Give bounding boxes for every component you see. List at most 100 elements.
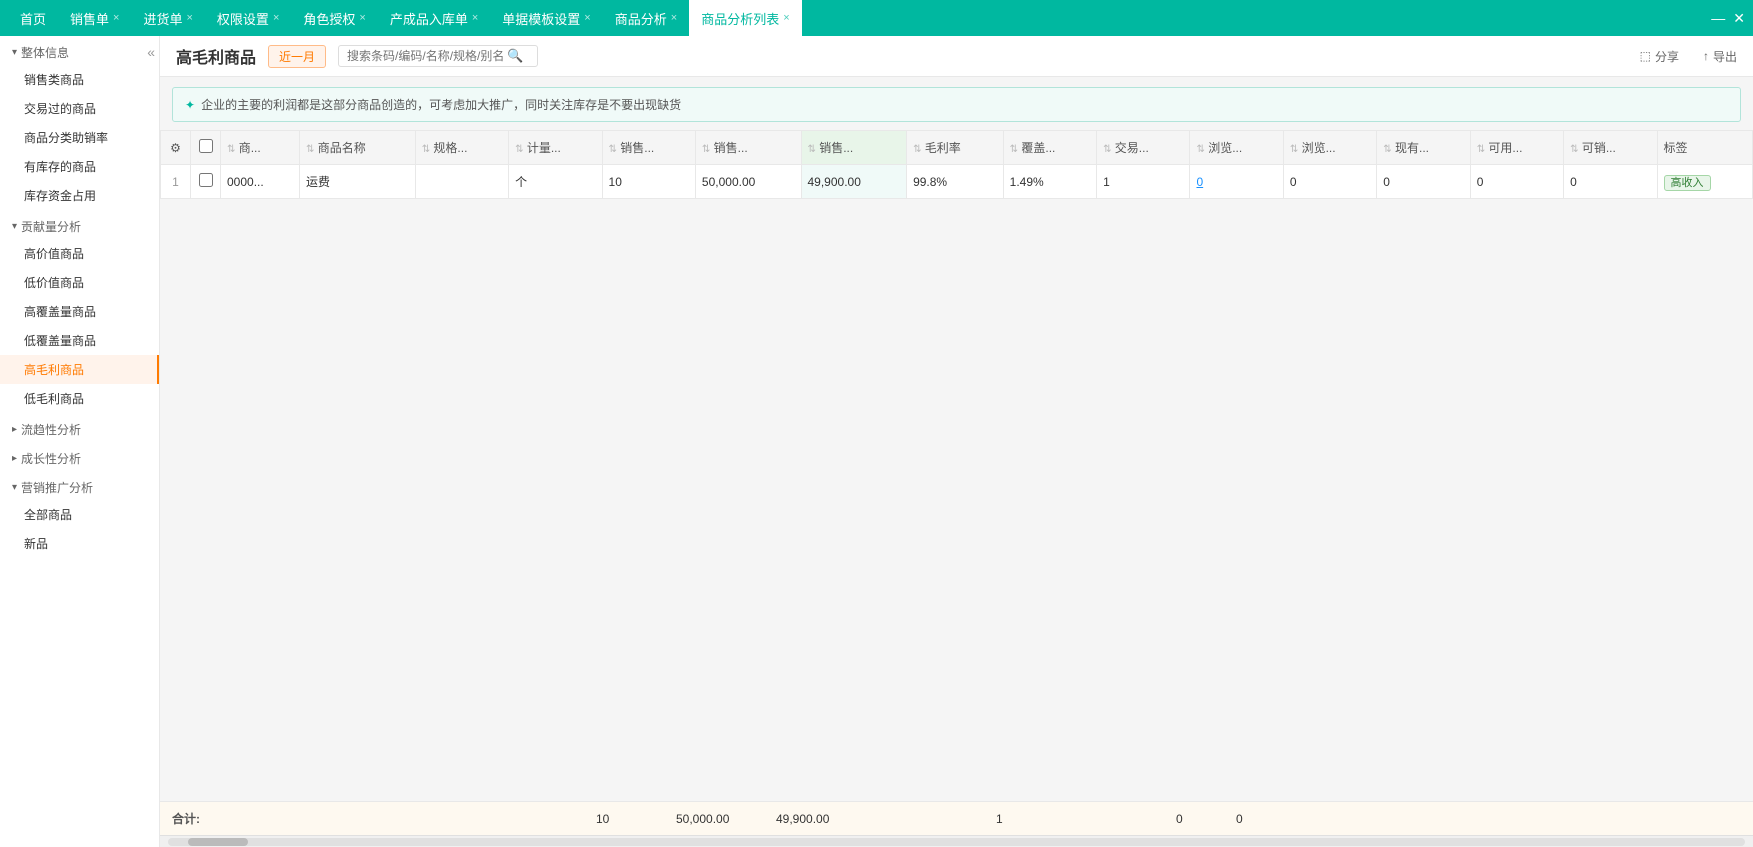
col-browse2[interactable]: ⇅ 浏览...: [1283, 131, 1376, 165]
col-spec[interactable]: ⇅ 规格...: [415, 131, 508, 165]
select-all-checkbox[interactable]: [199, 139, 213, 153]
sidebar-group-contribution[interactable]: ▾ 贡献量分析: [0, 210, 159, 239]
col-unit[interactable]: ⇅ 计量...: [509, 131, 602, 165]
content-area: 高毛利商品 近一月 🔍 ⬚ 分享 ↑ 导出 ✦ 企业的主要的利润都是这部分商品创…: [160, 36, 1753, 847]
footer-sale-amount: 50,000.00: [670, 812, 770, 826]
nav-home[interactable]: 首页: [8, 0, 58, 36]
chevron-down-icon-2: ▾: [12, 221, 17, 232]
info-icon: ✦: [185, 98, 195, 112]
share-button[interactable]: ⬚ 分享: [1640, 48, 1679, 65]
row-spec: [415, 165, 508, 199]
col-code[interactable]: ⇅ 商...: [221, 131, 300, 165]
nav-voucher-template[interactable]: 单据模板设置 ×: [490, 0, 602, 36]
close-role-auth[interactable]: ×: [359, 12, 365, 24]
nav-role-auth[interactable]: 角色授权 ×: [291, 0, 377, 36]
col-sale-qty[interactable]: ⇅ 销售...: [602, 131, 695, 165]
sidebar-item-low-value[interactable]: 低价值商品: [0, 268, 159, 297]
row-checkbox[interactable]: [199, 173, 213, 187]
close-purchase-order[interactable]: ×: [186, 12, 192, 24]
footer-values: 10 50,000.00 49,900.00 1 0 0: [220, 812, 1741, 826]
window-close[interactable]: ✕: [1733, 10, 1745, 27]
nav-purchase-order[interactable]: 进货单 ×: [131, 0, 204, 36]
search-input[interactable]: [347, 49, 507, 63]
row-coverage: 1.49%: [1003, 165, 1096, 199]
sidebar-item-high-value[interactable]: 高价值商品: [0, 239, 159, 268]
chevron-down-icon: ▾: [12, 47, 17, 58]
top-navigation: 首页 销售单 × 进货单 × 权限设置 × 角色授权 × 产成品入库单 × 单据…: [0, 0, 1753, 36]
nav-product-analysis[interactable]: 商品分析 ×: [603, 0, 689, 36]
footer-sale-qty: 10: [590, 812, 670, 826]
scrollbar-track[interactable]: [168, 838, 1745, 846]
sort-icon-name: ⇅: [306, 144, 314, 155]
nav-product-analysis-list[interactable]: 商品分析列表 ×: [689, 0, 801, 36]
col-coverage[interactable]: ⇅ 覆盖...: [1003, 131, 1096, 165]
chevron-right-icon: ▸: [12, 424, 17, 435]
share-icon: ⬚: [1640, 49, 1651, 63]
close-product-inbound[interactable]: ×: [472, 12, 478, 24]
scrollbar-thumb[interactable]: [188, 838, 248, 846]
col-gross-rate[interactable]: ⇅ 毛利率: [907, 131, 1004, 165]
sidebar-group-marketing[interactable]: ▾ 营销推广分析: [0, 471, 159, 500]
chevron-right-icon-2: ▸: [12, 453, 17, 464]
col-sellable-stock[interactable]: ⇅ 可销...: [1564, 131, 1657, 165]
sort-icon-browse2: ⇅: [1290, 144, 1298, 155]
row-checkbox-cell[interactable]: [191, 165, 221, 199]
sort-icon-coverage: ⇅: [1010, 144, 1018, 155]
sort-icon: ⇅: [227, 144, 235, 155]
window-minimize[interactable]: —: [1711, 10, 1725, 26]
footer-current-stock: 0: [1170, 812, 1230, 826]
row-available-stock: 0: [1470, 165, 1563, 199]
sidebar-item-traded-goods[interactable]: 交易过的商品: [0, 94, 159, 123]
sidebar-item-high-margin[interactable]: 高毛利商品: [0, 355, 159, 384]
close-product-analysis-list[interactable]: ×: [783, 12, 789, 24]
settings-icon[interactable]: ⚙: [170, 141, 181, 155]
horizontal-scrollbar[interactable]: [160, 835, 1753, 847]
nav-permission-settings[interactable]: 权限设置 ×: [205, 0, 291, 36]
col-transaction[interactable]: ⇅ 交易...: [1097, 131, 1190, 165]
close-voucher-template[interactable]: ×: [584, 12, 590, 24]
footer-sale-profit: 49,900.00: [770, 812, 870, 826]
sort-icon-gross: ⇅: [913, 144, 921, 155]
sort-icon-sale-amount: ⇅: [702, 144, 710, 155]
row-unit: 个: [509, 165, 602, 199]
sidebar-item-new-goods[interactable]: 新品: [0, 529, 159, 558]
sidebar-group-overall[interactable]: ▾ 整体信息: [0, 36, 159, 65]
footer-total-bar: 合计: 10 50,000.00 49,900.00 1 0 0: [160, 801, 1753, 835]
sort-icon-transaction: ⇅: [1103, 144, 1111, 155]
sidebar-item-high-coverage[interactable]: 高覆盖量商品: [0, 297, 159, 326]
nav-sales-order[interactable]: 销售单 ×: [58, 0, 131, 36]
main-layout: « ▾ 整体信息 销售类商品 交易过的商品 商品分类助销率 有库存的商品 库存资…: [0, 36, 1753, 847]
sidebar-item-low-coverage[interactable]: 低覆盖量商品: [0, 326, 159, 355]
row-browse1[interactable]: 0: [1190, 165, 1283, 199]
sidebar-group-growth[interactable]: ▸ 成长性分析: [0, 442, 159, 471]
col-sale-amount[interactable]: ⇅ 销售...: [695, 131, 801, 165]
sort-icon-current: ⇅: [1383, 144, 1391, 155]
sidebar-item-stock-capital[interactable]: 库存资金占用: [0, 181, 159, 210]
sidebar-collapse-button[interactable]: «: [147, 44, 155, 60]
info-banner: ✦ 企业的主要的利润都是这部分商品创造的，可考虑加大推广，同时关注库存是不要出现…: [172, 87, 1741, 122]
col-available-stock[interactable]: ⇅ 可用...: [1470, 131, 1563, 165]
nav-product-inbound[interactable]: 产成品入库单 ×: [378, 0, 490, 36]
col-browse1[interactable]: ⇅ 浏览...: [1190, 131, 1283, 165]
filter-recent-month-button[interactable]: 近一月: [268, 45, 326, 68]
col-name[interactable]: ⇅ 商品名称: [300, 131, 416, 165]
search-icon[interactable]: 🔍: [507, 48, 523, 64]
sort-icon-sale-qty: ⇅: [609, 144, 617, 155]
sidebar-item-sales-goods[interactable]: 销售类商品: [0, 65, 159, 94]
sidebar-item-all-goods[interactable]: 全部商品: [0, 500, 159, 529]
sidebar: « ▾ 整体信息 销售类商品 交易过的商品 商品分类助销率 有库存的商品 库存资…: [0, 36, 160, 847]
sidebar-group-trend[interactable]: ▸ 流趋性分析: [0, 413, 159, 442]
close-product-analysis[interactable]: ×: [671, 12, 677, 24]
close-permission-settings[interactable]: ×: [273, 12, 279, 24]
row-browse2: 0: [1283, 165, 1376, 199]
sidebar-item-in-stock[interactable]: 有库存的商品: [0, 152, 159, 181]
sidebar-item-category-rate[interactable]: 商品分类助销率: [0, 123, 159, 152]
col-sale-profit[interactable]: ⇅ 销售...: [801, 131, 907, 165]
sidebar-item-low-margin[interactable]: 低毛利商品: [0, 384, 159, 413]
col-settings[interactable]: ⚙: [161, 131, 191, 165]
col-current-stock[interactable]: ⇅ 现有...: [1377, 131, 1470, 165]
export-button[interactable]: ↑ 导出: [1703, 48, 1737, 65]
col-tag[interactable]: 标签: [1657, 131, 1753, 165]
row-name: 运费: [300, 165, 416, 199]
close-sales-order[interactable]: ×: [113, 12, 119, 24]
